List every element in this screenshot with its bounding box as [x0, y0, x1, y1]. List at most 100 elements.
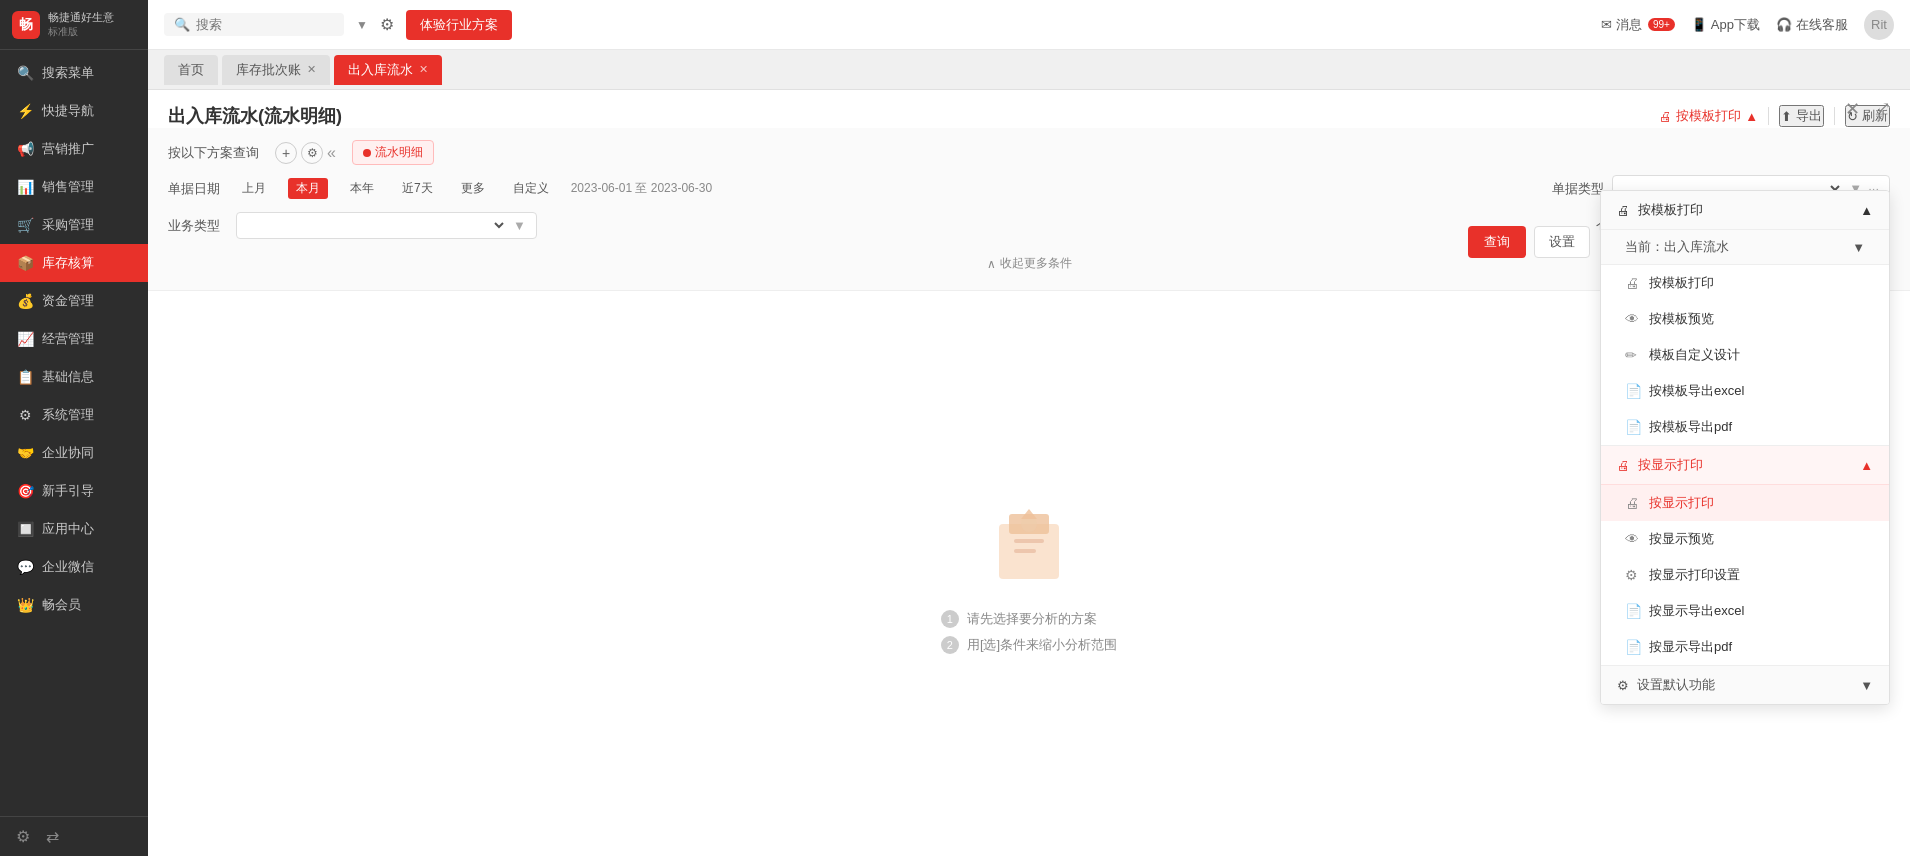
- headset-icon: 🎧: [1776, 17, 1792, 32]
- print-chevron-up-icon: ▲: [1745, 109, 1758, 124]
- display-section-toggle[interactable]: 🖨 按显示打印 ▲: [1601, 446, 1889, 485]
- export-button[interactable]: ⬆ 导出: [1779, 105, 1824, 127]
- search-add-button[interactable]: +: [275, 142, 297, 164]
- biz-type-field[interactable]: ▼: [236, 212, 537, 239]
- date-option-this-year[interactable]: 本年: [344, 178, 380, 199]
- date-option-custom[interactable]: 自定义: [507, 178, 555, 199]
- sidebar-item-member[interactable]: 👑 畅会员: [0, 586, 148, 624]
- app-download-label: App下载: [1711, 16, 1760, 34]
- header-gear-icon[interactable]: ⚙: [380, 15, 394, 34]
- dropdown-item-display-excel[interactable]: 📄 按显示导出excel: [1601, 593, 1889, 629]
- sidebar-item-finance[interactable]: 💰 资金管理: [0, 282, 148, 320]
- sidebar-item-label: 库存核算: [42, 254, 94, 272]
- dropdown-item-template-excel[interactable]: 📄 按模板导出excel: [1601, 373, 1889, 409]
- top-header: 🔍 ▼ ⚙ 体验行业方案 ✉ 消息 99+ 📱 App下载 🎧 在线客服 Rit: [148, 0, 1910, 50]
- display-pdf-icon: 📄: [1625, 639, 1641, 655]
- dropdown-item-display-preview[interactable]: 👁 按显示预览: [1601, 521, 1889, 557]
- dropdown-header-arrow[interactable]: ▲: [1860, 203, 1873, 218]
- tab-home[interactable]: 首页: [164, 55, 218, 85]
- bill-type-label: 单据类型: [1552, 180, 1604, 198]
- sidebar-item-operations[interactable]: 📈 经营管理: [0, 320, 148, 358]
- display-settings-icon: ⚙: [1625, 567, 1641, 583]
- filter-tag-label: 流水明细: [375, 144, 423, 161]
- date-option-more[interactable]: 更多: [455, 178, 491, 199]
- dropdown-item-template-design[interactable]: ✏ 模板自定义设计: [1601, 337, 1889, 373]
- sidebar-item-enterprise[interactable]: 🤝 企业协同: [0, 434, 148, 472]
- quick-nav-icon: ⚡: [16, 102, 34, 120]
- search-collapse-icon[interactable]: «: [327, 144, 336, 162]
- page-expand-button[interactable]: ⤢: [1877, 98, 1890, 117]
- logo-area: 畅 畅捷通好生意 标准版: [0, 0, 148, 50]
- display-section-arrow[interactable]: ▲: [1860, 458, 1873, 473]
- sidebar-item-label: 销售管理: [42, 178, 94, 196]
- sidebar-item-marketing[interactable]: 📢 营销推广: [0, 130, 148, 168]
- dropdown-item-template-preview[interactable]: 👁 按模板预览: [1601, 301, 1889, 337]
- sidebar-item-app-center[interactable]: 🔲 应用中心: [0, 510, 148, 548]
- app-download-area[interactable]: 📱 App下载: [1691, 16, 1760, 34]
- sidebar-item-guide[interactable]: 🎯 新手引导: [0, 472, 148, 510]
- tab-batch-account[interactable]: 库存批次账 ✕: [222, 55, 330, 85]
- sidebar-bottom: ⚙ ⇄: [0, 816, 148, 856]
- tab-in-out-flow-close[interactable]: ✕: [419, 63, 428, 76]
- dropdown-item-display-pdf[interactable]: 📄 按显示导出pdf: [1601, 629, 1889, 665]
- header-search-box[interactable]: 🔍: [164, 13, 344, 36]
- avatar[interactable]: Rit: [1864, 10, 1894, 40]
- footer-arrow[interactable]: ▼: [1860, 678, 1873, 693]
- expand-bottom-icon[interactable]: ⇄: [46, 827, 59, 846]
- print-button[interactable]: 🖨 按模板打印 ▲: [1659, 107, 1758, 125]
- date-range-display: 2023-06-01 至 2023-06-30: [571, 180, 712, 197]
- date-option-last-7days[interactable]: 近7天: [396, 178, 439, 199]
- sidebar: 畅 畅捷通好生意 标准版 🔍 搜索菜单 ⚡ 快捷导航 📢 营销推广 📊 销售管理…: [0, 0, 148, 856]
- sidebar-item-quick-nav[interactable]: ⚡ 快捷导航: [0, 92, 148, 130]
- tip-num-2: 2: [941, 636, 959, 654]
- tab-bar: 首页 库存批次账 ✕ 出入库流水 ✕: [148, 50, 1910, 90]
- message-label: 消息: [1616, 16, 1642, 34]
- sidebar-item-label: 新手引导: [42, 482, 94, 500]
- empty-tip-2: 2 用[选]条件来缩小分析范围: [941, 636, 1117, 654]
- sidebar-item-basic-info[interactable]: 📋 基础信息: [0, 358, 148, 396]
- sidebar-item-inventory[interactable]: 📦 库存核算: [0, 244, 148, 282]
- date-option-this-month[interactable]: 本月: [288, 178, 328, 199]
- settings-outline-button[interactable]: 设置: [1534, 226, 1590, 258]
- header-right-area: ✉ 消息 99+ 📱 App下载 🎧 在线客服 Rit: [1601, 10, 1894, 40]
- search-settings-button[interactable]: ⚙: [301, 142, 323, 164]
- header-chevron-icon[interactable]: ▼: [356, 18, 368, 32]
- display-excel-icon: 📄: [1625, 603, 1641, 619]
- dropdown-footer[interactable]: ⚙ 设置默认功能 ▼: [1601, 665, 1889, 704]
- inventory-icon: 📦: [16, 254, 34, 272]
- dropdown-header-label: 按模板打印: [1638, 201, 1703, 219]
- template-preview-icon: 👁: [1625, 311, 1641, 327]
- biz-type-select[interactable]: [247, 217, 507, 234]
- query-button[interactable]: 查询: [1468, 226, 1526, 258]
- industry-solution-button[interactable]: 体验行业方案: [406, 10, 512, 40]
- query-settings-area: 查询 设置: [1468, 226, 1590, 258]
- sidebar-item-label: 经营管理: [42, 330, 94, 348]
- settings-bottom-icon[interactable]: ⚙: [16, 827, 30, 846]
- sidebar-item-purchase[interactable]: 🛒 采购管理: [0, 206, 148, 244]
- search-form-label: 按以下方案查询: [168, 144, 259, 162]
- dropdown-item-template-print[interactable]: 🖨 按模板打印: [1601, 265, 1889, 301]
- tab-batch-account-close[interactable]: ✕: [307, 63, 316, 76]
- sidebar-item-search-menu[interactable]: 🔍 搜索菜单: [0, 54, 148, 92]
- dropdown-item-template-pdf[interactable]: 📄 按模板导出pdf: [1601, 409, 1889, 445]
- sidebar-item-label: 应用中心: [42, 520, 94, 538]
- dropdown-header[interactable]: 🖨 按模板打印 ▲: [1601, 191, 1889, 230]
- online-service-area[interactable]: 🎧 在线客服: [1776, 16, 1848, 34]
- tab-in-out-flow[interactable]: 出入库流水 ✕: [334, 55, 442, 85]
- page-close-button[interactable]: ✕: [1845, 98, 1860, 120]
- sidebar-item-label: 资金管理: [42, 292, 94, 310]
- sidebar-item-weapp[interactable]: 💬 企业微信: [0, 548, 148, 586]
- search-input[interactable]: [196, 17, 326, 32]
- message-area[interactable]: ✉ 消息 99+: [1601, 16, 1675, 34]
- date-option-last-month[interactable]: 上月: [236, 178, 272, 199]
- sidebar-item-system[interactable]: ⚙ 系统管理: [0, 396, 148, 434]
- sidebar-item-sales[interactable]: 📊 销售管理: [0, 168, 148, 206]
- filter-tag[interactable]: 流水明细: [352, 140, 434, 165]
- dropdown-item-display-settings[interactable]: ⚙ 按显示打印设置: [1601, 557, 1889, 593]
- dropdown-sub-arrow[interactable]: ▼: [1852, 240, 1865, 255]
- dropdown-item-display-print[interactable]: 🖨 按显示打印: [1601, 485, 1889, 521]
- template-print-label: 按模板打印: [1649, 274, 1714, 292]
- search-controls: + ⚙ «: [275, 142, 336, 164]
- template-pdf-icon: 📄: [1625, 419, 1641, 435]
- dropdown-sub-header[interactable]: 当前：出入库流水 ▼: [1601, 230, 1889, 265]
